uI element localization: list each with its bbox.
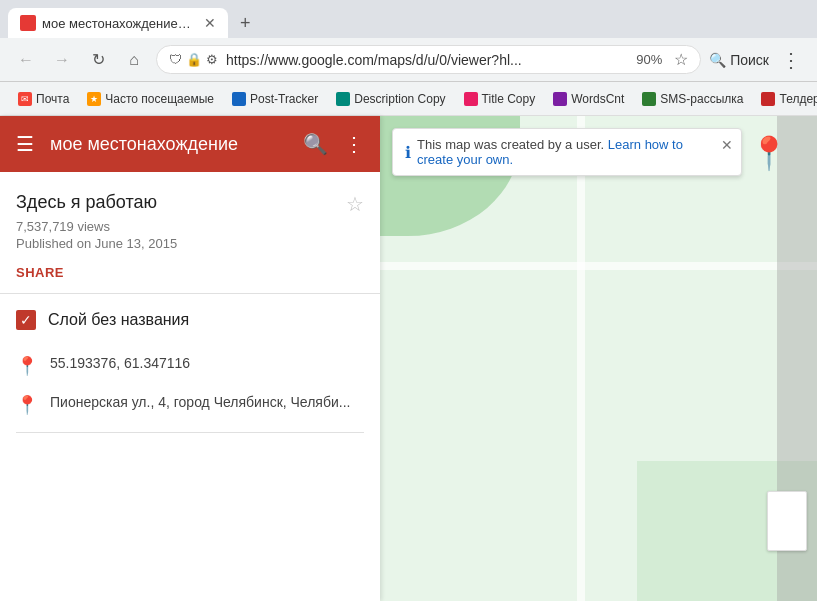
bookmark-tracker-icon: [232, 92, 246, 106]
reload-button[interactable]: ↻: [84, 46, 112, 74]
bookmark-desc-label: Description Copy: [354, 92, 445, 106]
location-item-2[interactable]: 📍 Пионерская ул., 4, город Челябинск, Че…: [16, 385, 364, 424]
tooltip-close-button[interactable]: ✕: [721, 137, 733, 153]
map-views: 7,537,719 views: [16, 219, 364, 234]
bookmarks-bar: ✉ Почта ★ Часто посещаемые Post-Tracker …: [0, 82, 817, 116]
bookmark-telderi[interactable]: Телдери: [753, 89, 817, 109]
bookmark-words-label: WordsCnt: [571, 92, 624, 106]
address-bar: ← → ↻ ⌂ 🛡 🔒 ⚙ https://www.google.com/map…: [0, 38, 817, 82]
layer-divider: [16, 432, 364, 433]
maps-header: ☰ мое местонахождение 🔍 ⋮: [0, 116, 380, 172]
security-icons: 🛡 🔒 ⚙: [169, 52, 218, 67]
shield-icon: 🛡: [169, 52, 182, 67]
bookmark-sms-label: SMS-рассылка: [660, 92, 743, 106]
info-icon: ℹ: [405, 143, 411, 162]
bookmark-title-icon: [464, 92, 478, 106]
back-button[interactable]: ←: [12, 46, 40, 74]
map-area[interactable]: ℹ This map was created by a user. Learn …: [380, 116, 817, 601]
bookmark-desc-icon: [336, 92, 350, 106]
maps-title: мое местонахождение: [50, 134, 287, 155]
location-pin-icon-2: 📍: [16, 394, 38, 416]
lock-icon: 🔒: [186, 52, 202, 67]
map-road-vertical: [577, 116, 585, 601]
checkmark-icon: ✓: [20, 312, 32, 328]
browser-menu-icon[interactable]: ⋮: [777, 46, 805, 74]
shield2-icon: ⚙: [206, 52, 218, 67]
hamburger-menu-icon[interactable]: ☰: [16, 132, 34, 156]
layer-section: ✓ Слой без названия 📍 55.193376, 61.3471…: [0, 294, 380, 433]
favorite-icon[interactable]: ☆: [346, 192, 364, 216]
bookmark-words[interactable]: WordsCnt: [545, 89, 632, 109]
map-info: Здесь я работаю 7,537,719 views Publishe…: [0, 172, 380, 294]
location-text-2: Пионерская ул., 4, город Челябинск, Челя…: [50, 393, 350, 413]
map-mini-controls: [767, 491, 807, 551]
bookmark-telderi-label: Телдери: [779, 92, 817, 106]
layer-checkbox[interactable]: ✓: [16, 310, 36, 330]
tab-close-button[interactable]: ✕: [204, 15, 216, 31]
bookmark-mail-icon: ✉: [18, 92, 32, 106]
forward-button[interactable]: →: [48, 46, 76, 74]
bookmark-tracker-label: Post-Tracker: [250, 92, 318, 106]
bookmark-desc[interactable]: Description Copy: [328, 89, 453, 109]
location-text-1: 55.193376, 61.347116: [50, 354, 190, 374]
bookmark-visited-label: Часто посещаемые: [105, 92, 214, 106]
maps-more-icon[interactable]: ⋮: [344, 132, 364, 156]
bookmark-mail[interactable]: ✉ Почта: [10, 89, 77, 109]
maps-search-icon[interactable]: 🔍: [303, 132, 328, 156]
info-tooltip-text: This map was created by a user. Learn ho…: [417, 137, 713, 167]
new-tab-button[interactable]: +: [232, 9, 259, 38]
home-button[interactable]: ⌂: [120, 46, 148, 74]
search-wrap: 🔍 Поиск: [709, 52, 769, 68]
info-tooltip: ℹ This map was created by a user. Learn …: [392, 128, 742, 176]
main-content: ☰ мое местонахождение 🔍 ⋮ Здесь я работа…: [0, 116, 817, 601]
layer-header: ✓ Слой без названия: [16, 310, 364, 330]
location-pin-icon-1: 📍: [16, 355, 38, 377]
bookmark-title-label: Title Copy: [482, 92, 536, 106]
tab-bar: мое местонахождение - Goog... ✕ +: [0, 0, 817, 38]
url-text[interactable]: https://www.google.com/maps/d/u/0/viewer…: [226, 52, 624, 68]
active-tab[interactable]: мое местонахождение - Goog... ✕: [8, 8, 228, 38]
search-label[interactable]: Поиск: [730, 52, 769, 68]
location-item-1[interactable]: 📍 55.193376, 61.347116: [16, 346, 364, 385]
bookmark-tracker[interactable]: Post-Tracker: [224, 89, 326, 109]
zoom-level: 90%: [636, 52, 662, 67]
bookmark-star-icon[interactable]: ☆: [674, 50, 688, 69]
bookmark-visited-icon: ★: [87, 92, 101, 106]
bookmark-words-icon: [553, 92, 567, 106]
bookmark-telderi-icon: [761, 92, 775, 106]
bookmark-title[interactable]: Title Copy: [456, 89, 544, 109]
bookmark-sms-icon: [642, 92, 656, 106]
tab-title: мое местонахождение - Goog...: [42, 16, 194, 31]
share-button[interactable]: SHARE: [16, 265, 64, 280]
map-published-date: Published on June 13, 2015: [16, 236, 364, 251]
map-road-horizontal: [380, 262, 817, 270]
search-icon: 🔍: [709, 52, 726, 68]
tab-favicon: [20, 15, 36, 31]
layer-name: Слой без названия: [48, 311, 189, 329]
sidebar: ☰ мое местонахождение 🔍 ⋮ Здесь я работа…: [0, 116, 380, 601]
bookmark-sms[interactable]: SMS-рассылка: [634, 89, 751, 109]
bookmark-mail-label: Почта: [36, 92, 69, 106]
map-name: Здесь я работаю: [16, 192, 364, 213]
address-input-wrap[interactable]: 🛡 🔒 ⚙ https://www.google.com/maps/d/u/0/…: [156, 45, 701, 74]
map-pin-marker[interactable]: 📍: [749, 134, 789, 172]
bookmark-visited[interactable]: ★ Часто посещаемые: [79, 89, 222, 109]
browser-chrome: мое местонахождение - Goog... ✕ + ← → ↻ …: [0, 0, 817, 116]
